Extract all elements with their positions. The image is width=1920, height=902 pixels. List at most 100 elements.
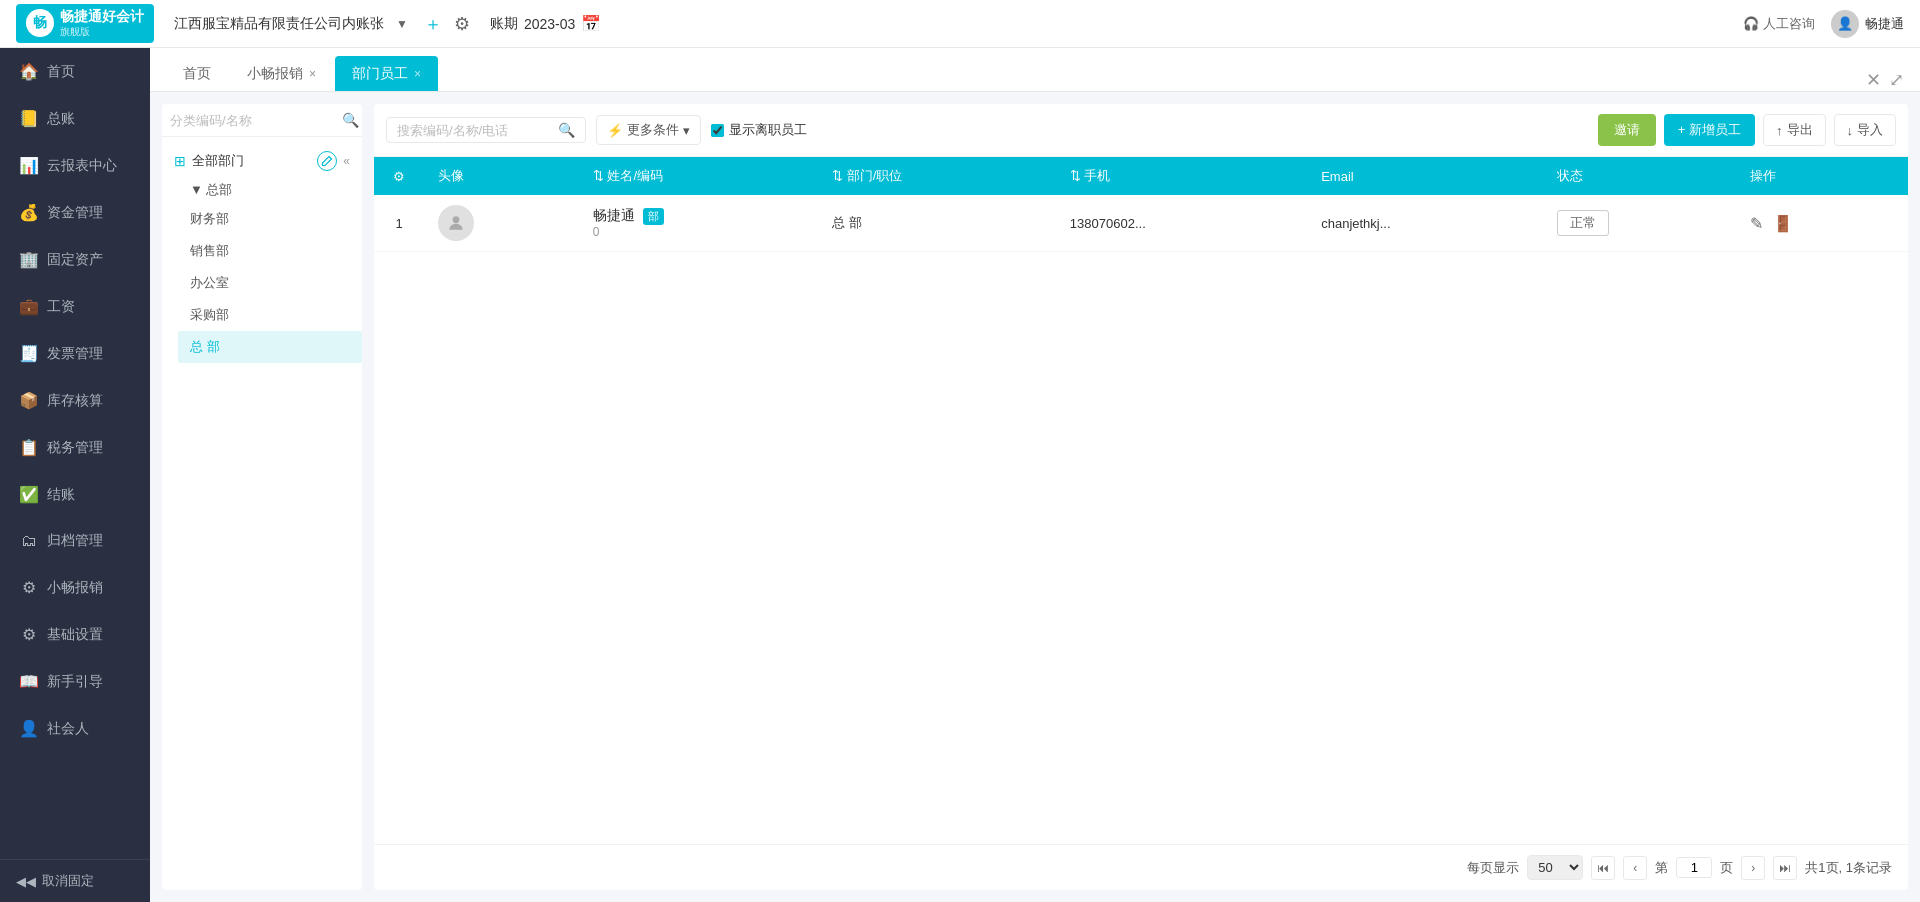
sidebar-item-label: 首页: [47, 63, 75, 81]
company-dropdown-icon[interactable]: ▼: [396, 17, 408, 31]
sidebar-item-label: 新手引导: [47, 673, 103, 691]
employee-name: 畅捷通: [593, 207, 635, 225]
sidebar-item-assets[interactable]: 🏢 固定资产: [0, 236, 150, 283]
col-name[interactable]: ⇅ 姓名/编码: [579, 157, 818, 195]
logo[interactable]: 畅 畅捷通好会计 旗舰版: [16, 4, 154, 43]
sidebar-item-ledger[interactable]: 📒 总账: [0, 95, 150, 142]
sidebar-item-tax[interactable]: 📋 税务管理: [0, 424, 150, 471]
add-employee-button[interactable]: + 新增员工: [1664, 114, 1755, 146]
company-name: 江西服宝精品有限责任公司内账张: [174, 15, 384, 33]
sidebar-item-expense[interactable]: ⚙ 小畅报销: [0, 564, 150, 611]
inventory-icon: 📦: [19, 391, 39, 410]
settings-icon[interactable]: ⚙: [454, 13, 470, 35]
employee-dept-badge: 部: [643, 208, 664, 225]
pin-toggle[interactable]: ◀◀ 取消固定: [0, 859, 150, 902]
sidebar-item-label: 云报表中心: [47, 157, 117, 175]
add-company-icon[interactable]: ＋: [424, 12, 442, 36]
sidebar-item-funds[interactable]: 💰 资金管理: [0, 189, 150, 236]
import-button[interactable]: ↓ 导入: [1834, 114, 1897, 146]
sidebar-item-closing[interactable]: ✅ 结账: [0, 471, 150, 518]
filter-button[interactable]: ⚡ 更多条件 ▾: [596, 115, 701, 145]
sidebar-item-label: 小畅报销: [47, 579, 103, 597]
tabbar-actions: ✕ ⤢: [1866, 69, 1904, 91]
dept-search-icon[interactable]: 🔍: [342, 112, 359, 128]
all-dept-label: 全部部门: [192, 152, 311, 170]
row-actions-cell: ✎ 🚪: [1736, 195, 1908, 252]
sidebar-item-settings[interactable]: ⚙ 基础设置: [0, 611, 150, 658]
sidebar-item-label: 社会人: [47, 720, 89, 738]
sidebar-item-home[interactable]: 🏠 首页: [0, 48, 150, 95]
tab-expense-close[interactable]: ×: [309, 67, 316, 81]
guide-icon: 📖: [19, 672, 39, 691]
dept-item-sales[interactable]: 销售部: [178, 235, 362, 267]
row-avatar-cell: [424, 195, 579, 252]
edit-icon[interactable]: ✎: [1750, 214, 1763, 233]
show-resigned-checkbox[interactable]: [711, 124, 724, 137]
sidebar-item-archive[interactable]: 🗂 归档管理: [0, 518, 150, 564]
col-avatar: 头像: [424, 157, 579, 195]
dept-search-input[interactable]: [170, 113, 338, 128]
user-icon: 👤: [19, 719, 39, 738]
per-page-select[interactable]: 50 100 200: [1527, 855, 1583, 880]
col-settings[interactable]: ⚙: [374, 157, 424, 195]
tax-icon: 📋: [19, 438, 39, 457]
home-icon: 🏠: [19, 62, 39, 81]
archive-icon: 🗂: [19, 532, 39, 550]
all-dept-item[interactable]: ⊞ 全部部门 «: [162, 145, 362, 177]
last-page-btn[interactable]: ⏭: [1773, 856, 1797, 880]
row-index: 1: [374, 195, 424, 252]
next-page-btn[interactable]: ›: [1741, 856, 1765, 880]
settings-icon: ⚙: [19, 625, 39, 644]
sidebar-item-reports[interactable]: 📊 云报表中心: [0, 142, 150, 189]
employee-search-input[interactable]: [397, 123, 552, 138]
prev-page-btn[interactable]: ‹: [1623, 856, 1647, 880]
row-dept-cell: 总 部: [818, 195, 1056, 252]
funds-icon: 💰: [19, 203, 39, 222]
per-page-label: 每页显示: [1467, 859, 1519, 877]
invite-button[interactable]: 邀请: [1598, 114, 1656, 146]
period-selector[interactable]: 账期 2023-03 📅: [490, 14, 601, 33]
col-dept[interactable]: ⇅ 部门/职位: [818, 157, 1056, 195]
dept-tree: ⊞ 全部部门 « ▼ 总部 财务部 销售部 办公室: [162, 137, 362, 890]
employee-dept: 总 部: [832, 215, 862, 230]
sidebar-item-inventory[interactable]: 📦 库存核算: [0, 377, 150, 424]
sidebar-item-wages[interactable]: 💼 工资: [0, 283, 150, 330]
import-icon: ↓: [1847, 123, 1854, 138]
dept-item-office[interactable]: 办公室: [178, 267, 362, 299]
show-resigned-label[interactable]: 显示离职员工: [711, 121, 807, 139]
close-all-icon[interactable]: ✕: [1866, 69, 1881, 91]
edit-badge[interactable]: [317, 151, 337, 171]
service-button[interactable]: 🎧 人工咨询: [1743, 15, 1815, 33]
tab-employees-close[interactable]: ×: [414, 67, 421, 81]
first-page-btn[interactable]: ⏮: [1591, 856, 1615, 880]
tab-employees-label: 部门员工: [352, 65, 408, 83]
search-icon[interactable]: 🔍: [558, 122, 575, 138]
col-email: Email: [1307, 157, 1543, 195]
export-button[interactable]: ↑ 导出: [1763, 114, 1826, 146]
expand-icon[interactable]: ⤢: [1889, 69, 1904, 91]
collapse-icon[interactable]: «: [343, 154, 350, 168]
pagination: 每页显示 50 100 200 ⏮ ‹ 第 页 › ⏭ 共1页, 1条记录: [374, 844, 1908, 890]
col-phone[interactable]: ⇅ 手机: [1056, 157, 1307, 195]
tab-employees[interactable]: 部门员工 ×: [335, 56, 438, 91]
pin-label: 取消固定: [42, 872, 94, 890]
dept-item-purchase[interactable]: 采购部: [178, 299, 362, 331]
tab-home[interactable]: 首页: [166, 56, 228, 91]
tab-home-label: 首页: [183, 65, 211, 83]
delete-icon[interactable]: 🚪: [1773, 214, 1793, 233]
filter-label: 更多条件: [627, 121, 679, 139]
user-menu[interactable]: 👤 畅捷通: [1831, 10, 1904, 38]
tabbar: 首页 小畅报销 × 部门员工 × ✕ ⤢: [150, 48, 1920, 92]
page-input[interactable]: [1676, 857, 1712, 878]
dept-item-general[interactable]: 总 部: [178, 331, 362, 363]
dept-item-finance[interactable]: 财务部: [178, 203, 362, 235]
row-name-cell: 畅捷通 部 0: [579, 195, 818, 252]
sidebar-item-invoice[interactable]: 🧾 发票管理: [0, 330, 150, 377]
sidebar-item-label: 总账: [47, 110, 75, 128]
sidebar-item-user[interactable]: 👤 社会人: [0, 705, 150, 752]
closing-icon: ✅: [19, 485, 39, 504]
tab-expense-label: 小畅报销: [247, 65, 303, 83]
total-label: 共1页, 1条记录: [1805, 859, 1892, 877]
tab-expense[interactable]: 小畅报销 ×: [230, 56, 333, 91]
sidebar-item-guide[interactable]: 📖 新手引导: [0, 658, 150, 705]
